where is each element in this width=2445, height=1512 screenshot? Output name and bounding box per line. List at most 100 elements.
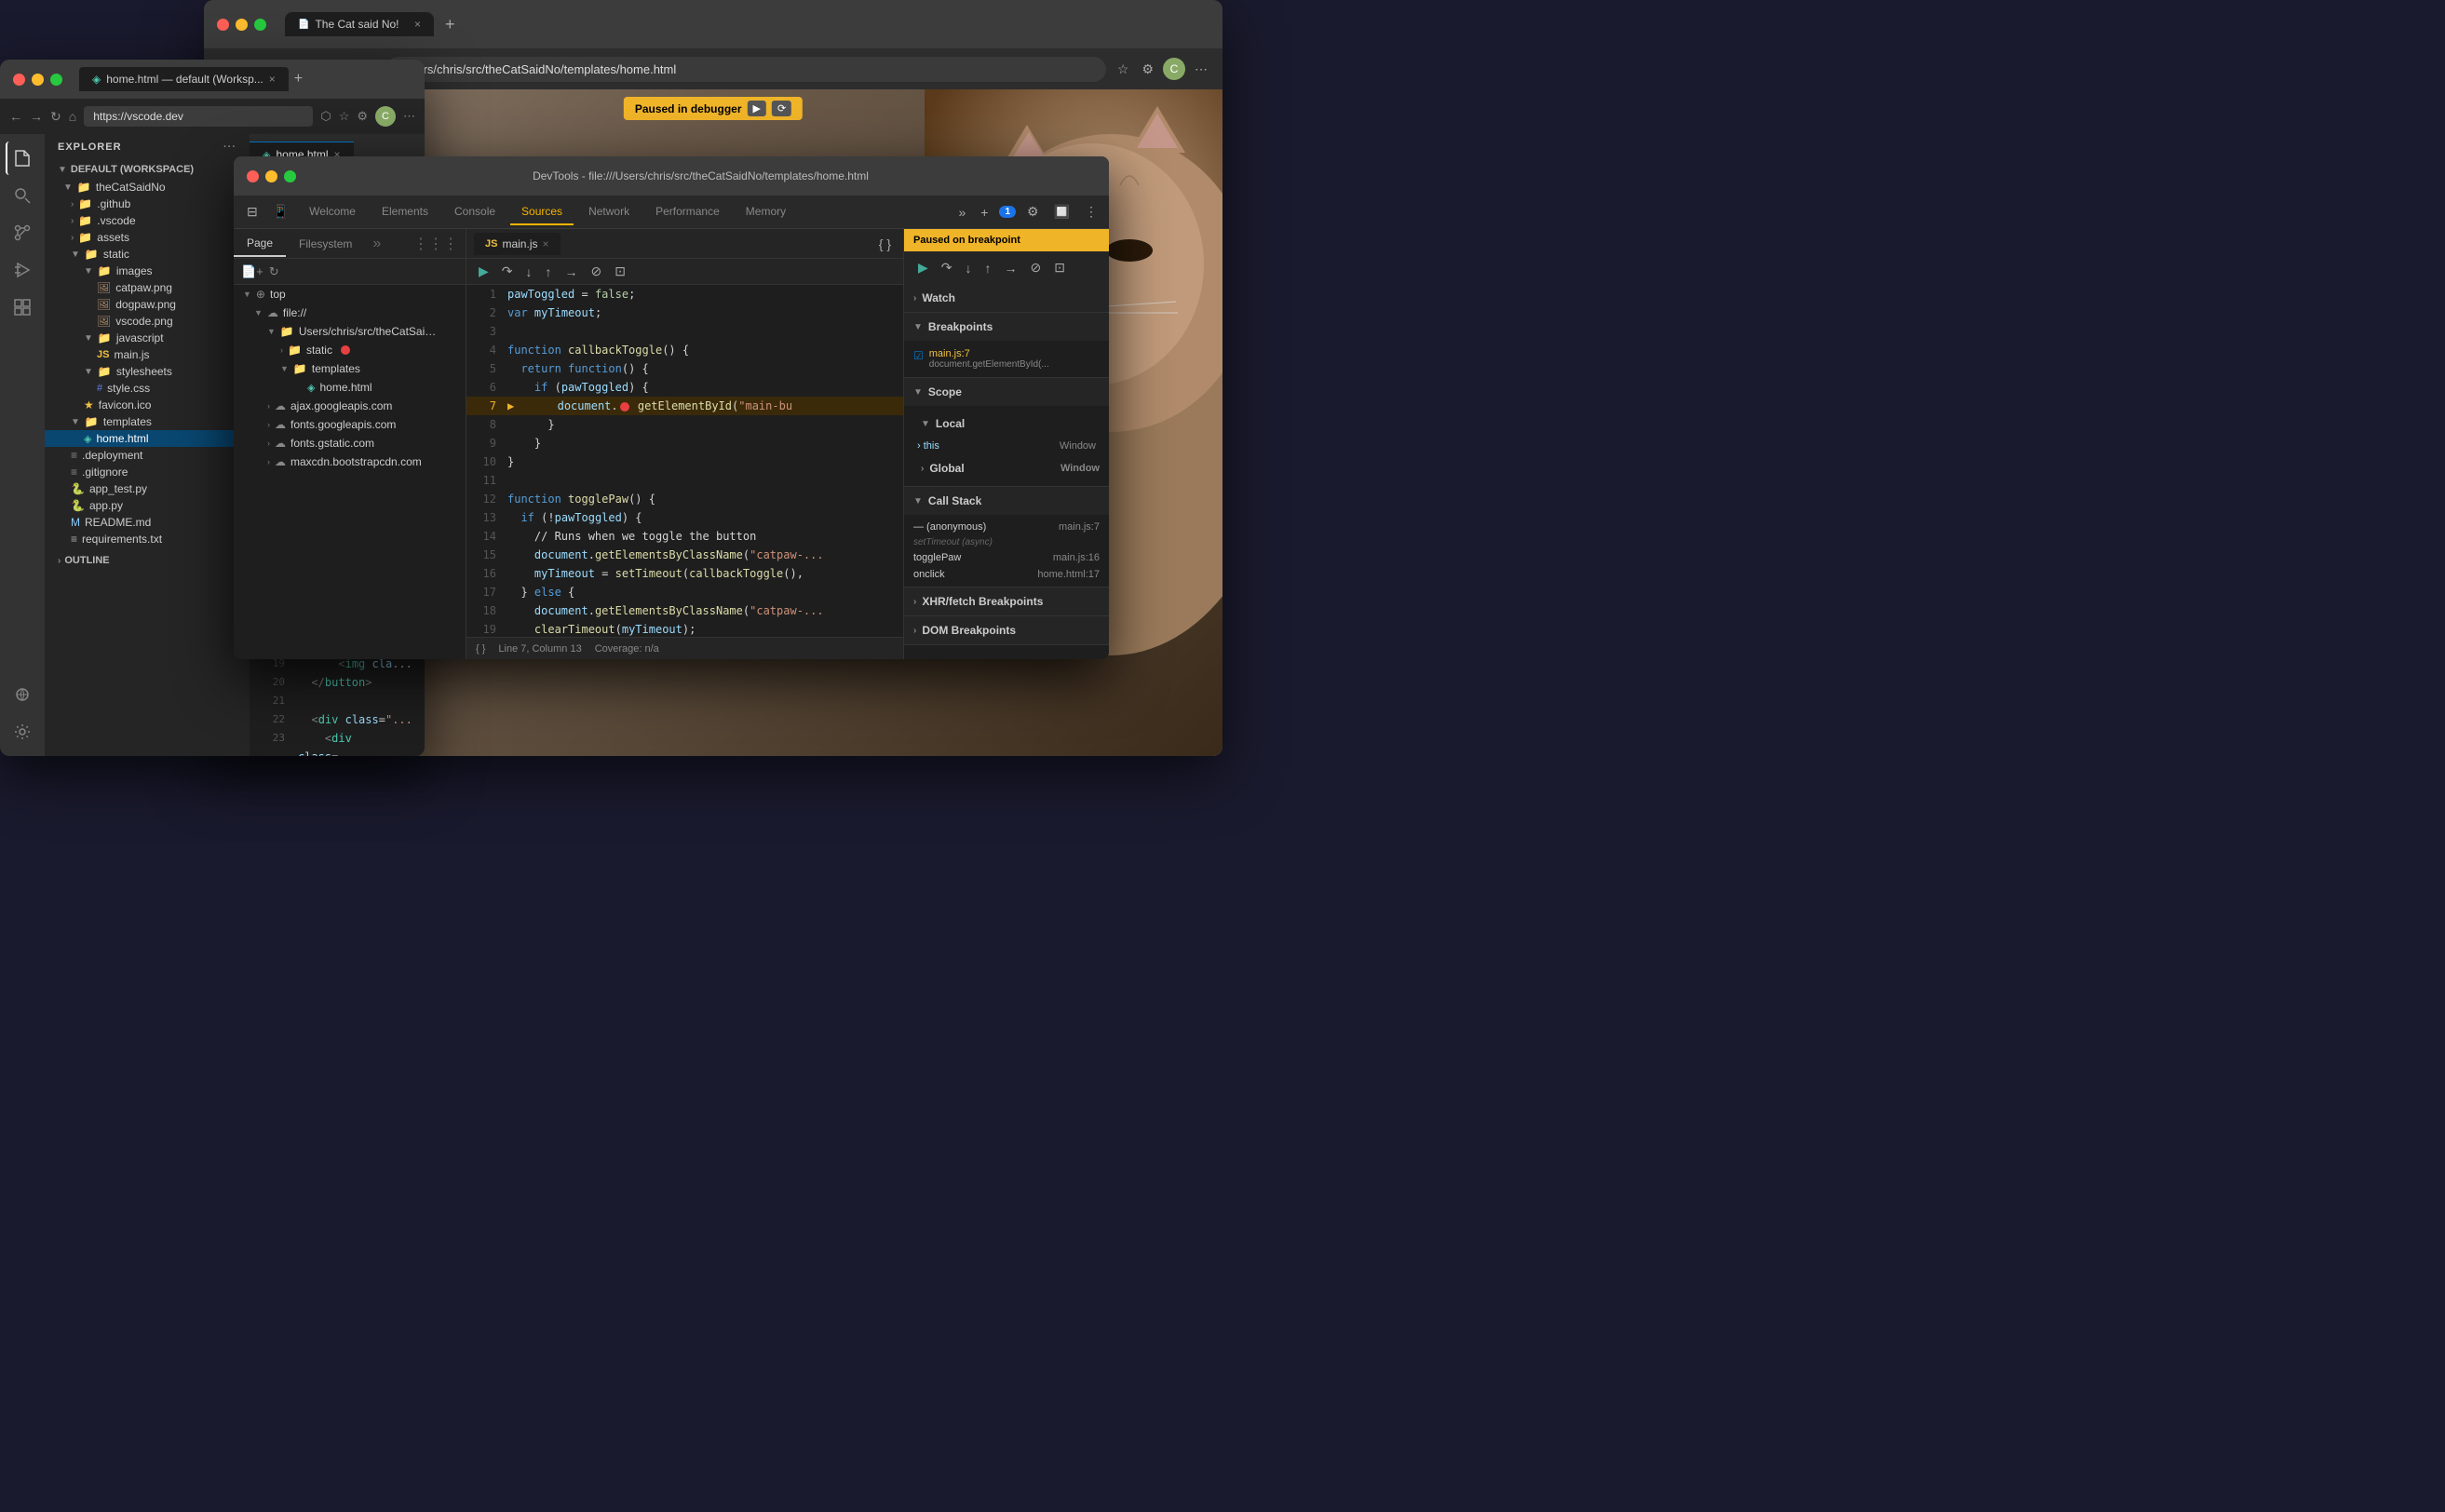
sources-tab-more[interactable]: » <box>365 230 388 258</box>
sources-tab-filesystem[interactable]: Filesystem <box>286 232 365 256</box>
sidebar-item-github[interactable]: › 📁 .github <box>45 196 250 212</box>
vscode-share-icon[interactable]: ⬡ <box>320 109 331 124</box>
sources-tree-top[interactable]: ▼ ⊕ top <box>234 285 466 304</box>
browser-tab-active[interactable]: 📄 The Cat said No! × <box>285 12 434 36</box>
devtools-screenshot-btn[interactable]: 🔲 <box>1050 200 1074 223</box>
cs-item-onclick[interactable]: onclick home.html:17 <box>904 566 1109 583</box>
bookmark-icon[interactable]: ☆ <box>1114 58 1133 81</box>
activity-remote-icon[interactable] <box>6 678 39 711</box>
vscode-address-bar[interactable] <box>84 106 313 127</box>
sidebar-item-stylesheets[interactable]: ▼ 📁 stylesheets <box>45 363 250 380</box>
scope-section-header[interactable]: ▼ Scope <box>904 378 1109 406</box>
vscode-reload-btn[interactable]: ↻ <box>50 109 61 125</box>
right-panel-step-over-btn[interactable]: ↷ <box>937 257 957 278</box>
vscode-more-icon[interactable]: ⋯ <box>403 109 415 124</box>
sidebar-item-mainjs[interactable]: JS main.js <box>45 346 250 363</box>
right-panel-resume-btn[interactable]: ▶ <box>913 257 933 278</box>
breakpoint-item-1[interactable]: ☑ main.js:7 document.getElementById(... <box>904 344 1109 373</box>
devtools-tab-network[interactable]: Network <box>577 199 641 225</box>
traffic-light-green[interactable] <box>254 19 266 31</box>
devtools-tab-memory[interactable]: Memory <box>735 199 797 225</box>
sidebar-item-favicon[interactable]: ★ favicon.ico <box>45 397 250 413</box>
right-panel-step-into-btn[interactable]: ↓ <box>961 258 977 278</box>
sidebar-item-javascript[interactable]: ▼ 📁 javascript <box>45 330 250 346</box>
devtools-tab-welcome[interactable]: Welcome <box>298 199 367 225</box>
devtools-more-tabs-btn[interactable]: » <box>954 201 969 223</box>
vscode-tl-green[interactable] <box>50 74 62 86</box>
code-tab-close-btn[interactable]: × <box>542 237 548 250</box>
activity-git-icon[interactable] <box>6 216 39 250</box>
vscode-bookmark-icon[interactable]: ☆ <box>339 109 350 124</box>
right-panel-step-out-btn[interactable]: ↑ <box>980 258 996 278</box>
callstack-section-header[interactable]: ▼ Call Stack <box>904 487 1109 515</box>
devtools-more-btn[interactable]: ⋮ <box>1081 200 1101 223</box>
sidebar-item-deployment[interactable]: ≡ .deployment <box>45 447 250 464</box>
sources-tree-homehtml[interactable]: ◈ home.html <box>234 378 466 397</box>
dt-tl-yellow[interactable] <box>265 170 277 182</box>
right-panel-more-btn[interactable]: ⊡ <box>1049 257 1070 278</box>
sources-new-snippet-btn[interactable]: 📄+ <box>241 264 263 279</box>
more-options-icon[interactable]: ⋯ <box>1191 58 1211 81</box>
cs-item-anonymous[interactable]: — (anonymous) main.js:7 <box>904 519 1109 535</box>
sidebar-item-images[interactable]: ▼ 📁 images <box>45 263 250 279</box>
dt-tl-green[interactable] <box>284 170 296 182</box>
browser-address-bar[interactable] <box>385 57 1106 82</box>
sources-tree-fonts-google[interactable]: › ☁ fonts.googleapis.com <box>234 415 466 434</box>
status-format-icon[interactable]: { } <box>476 643 485 655</box>
sidebar-item-vscode-png[interactable]: 🖼 vscode.png <box>45 313 250 330</box>
browser-tab-close[interactable]: × <box>414 18 421 31</box>
debugger-step-button[interactable]: ⟳ <box>772 101 791 116</box>
right-panel-step-btn[interactable]: → <box>1000 258 1022 278</box>
sidebar-item-requirements[interactable]: ≡ requirements.txt <box>45 531 250 547</box>
activity-explorer-icon[interactable] <box>6 142 39 175</box>
devtools-devices-btn[interactable]: 📱 <box>267 200 294 223</box>
devtools-tab-elements[interactable]: Elements <box>371 199 439 225</box>
activity-debug-icon[interactable] <box>6 253 39 287</box>
activity-settings-icon[interactable] <box>6 715 39 749</box>
debugger-resume-button[interactable]: ▶ <box>748 101 766 116</box>
devtools-tab-performance[interactable]: Performance <box>644 199 731 225</box>
settings-icon[interactable]: ⚙ <box>1138 58 1157 81</box>
cs-item-togglepaw[interactable]: togglePaw main.js:16 <box>904 549 1109 566</box>
devtools-settings-btn[interactable]: ⚙ <box>1023 200 1043 223</box>
vscode-tl-red[interactable] <box>13 74 25 86</box>
sidebar-item-readme[interactable]: M README.md <box>45 514 250 531</box>
sidebar-item-apptest[interactable]: 🐍 app_test.py <box>45 480 250 497</box>
devtools-tab-console[interactable]: Console <box>443 199 507 225</box>
sidebar-item-catpaw[interactable]: 🖼 catpaw.png <box>45 279 250 296</box>
vscode-tl-yellow[interactable] <box>32 74 44 86</box>
sidebar-item-stylecss[interactable]: # style.css <box>45 380 250 397</box>
sources-tree-fonts-gstatic[interactable]: › ☁ fonts.gstatic.com <box>234 434 466 452</box>
devtools-dock-btn[interactable]: ⊟ <box>241 200 263 223</box>
vscode-settings-icon[interactable]: ⚙ <box>357 109 368 124</box>
debug-resume-btn[interactable]: ▶ <box>474 261 493 282</box>
breakpoints-section-header[interactable]: ▼ Breakpoints <box>904 313 1109 341</box>
vscode-forward-btn[interactable]: → <box>30 109 43 124</box>
vscode-home-btn[interactable]: ⌂ <box>69 109 76 124</box>
sources-tree-ajax[interactable]: › ☁ ajax.googleapis.com <box>234 397 466 415</box>
right-panel-deactivate-btn[interactable]: ⊘ <box>1026 257 1047 278</box>
vscode-tab-close-btn[interactable]: × <box>269 73 276 86</box>
vscode-new-tab-btn[interactable]: + <box>289 71 308 88</box>
sidebar-item-templates[interactable]: ▼ 📁 templates <box>45 413 250 430</box>
sources-tab-options[interactable]: ⋮⋮⋮ <box>406 229 466 259</box>
sidebar-outline-header[interactable]: › OUTLINE <box>45 551 250 570</box>
sources-tree-file[interactable]: ▼ ☁ file:// <box>234 304 466 322</box>
sources-tab-page[interactable]: Page <box>234 231 286 257</box>
bp-checkbox[interactable]: ☑ <box>913 349 924 362</box>
sources-tree-users[interactable]: ▼ 📁 Users/chris/src/theCatSaidNo/... <box>234 322 466 341</box>
traffic-light-red[interactable] <box>217 19 229 31</box>
sidebar-item-homehtml[interactable]: ◈ home.html <box>45 430 250 447</box>
devtools-tab-sources[interactable]: Sources <box>510 199 574 225</box>
profile-icon[interactable]: C <box>1163 58 1185 80</box>
activity-extensions-icon[interactable] <box>6 290 39 324</box>
dt-tl-red[interactable] <box>247 170 259 182</box>
scope-global-header[interactable]: › Global Window <box>904 454 1109 482</box>
sidebar-workspace-title[interactable]: ▼ DEFAULT (WORKSPACE) <box>45 160 250 179</box>
sidebar-item-apppy[interactable]: 🐍 app.py <box>45 497 250 514</box>
debug-more-btn[interactable]: ⊡ <box>610 261 630 282</box>
sources-tree-templates[interactable]: ▼ 📁 templates <box>234 359 466 378</box>
debug-step-out-btn[interactable]: ↑ <box>541 262 557 282</box>
sources-tree-maxcdn[interactable]: › ☁ maxcdn.bootstrapcdn.com <box>234 452 466 471</box>
devtools-code-tab-mainjs[interactable]: JS main.js × <box>474 233 561 255</box>
